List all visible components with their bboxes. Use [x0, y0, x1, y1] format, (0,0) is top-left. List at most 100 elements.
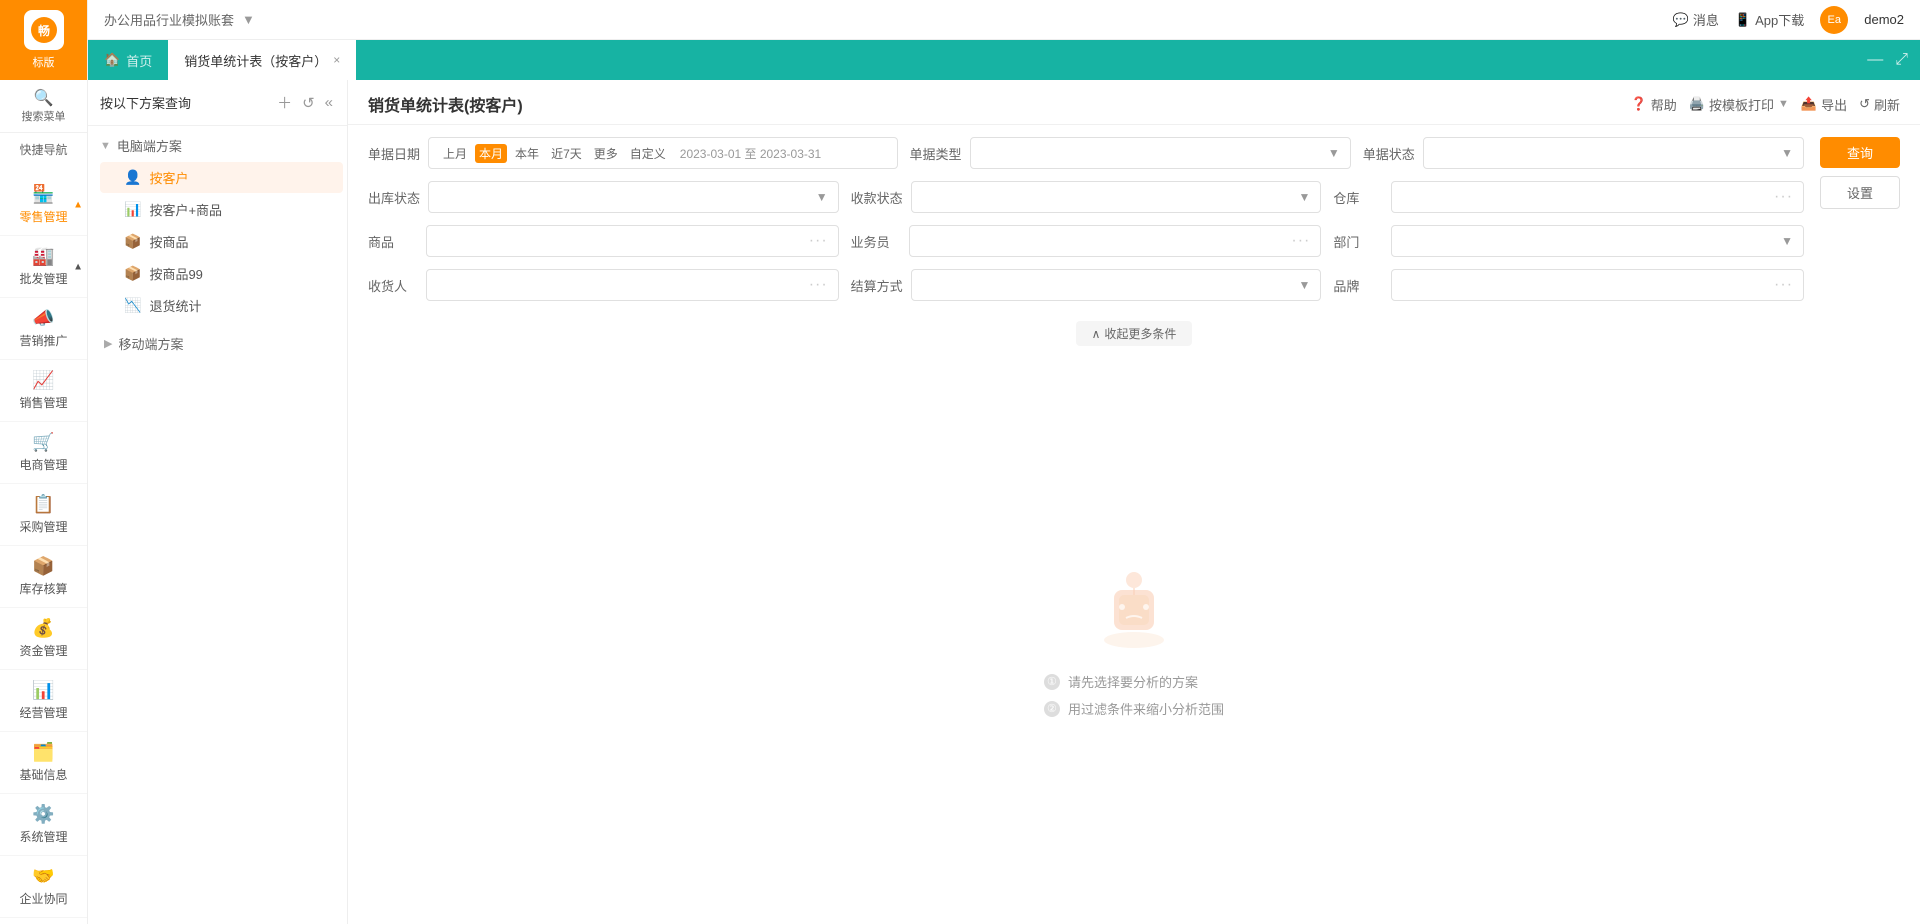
search-label: 搜索菜单 — [22, 108, 66, 124]
empty-tip-1: ① 请先选择要分析的方案 — [1044, 672, 1224, 691]
settings-button[interactable]: 设置 — [1820, 176, 1900, 209]
by-goods-label: 按商品 — [149, 232, 188, 251]
dropdown-arrow-icon[interactable]: ▼ — [242, 12, 255, 27]
collapse-bar: ∧ 收起更多条件 — [348, 313, 1920, 354]
logo-area[interactable]: 畅 标版 — [0, 0, 87, 80]
user-avatar[interactable]: Ea — [1820, 6, 1848, 34]
goods-99-icon: 📦 — [124, 265, 141, 282]
message-btn[interactable]: 💬 消息 — [1673, 10, 1719, 29]
date-filter-item: 单据日期 上月 本月 本年 近7天 更多 自定义 20 — [368, 137, 898, 169]
consignee-control[interactable]: ··· — [426, 269, 839, 301]
main-area: 办公用品行业模拟账套 ▼ 💬 消息 📱 App下载 Ea demo2 🏠 首页 … — [88, 0, 1920, 924]
sidebar-item-wholesale[interactable]: 🏭 批发管理 ▲ — [0, 236, 87, 298]
date-tag-custom[interactable]: 自定义 — [626, 144, 670, 163]
help-btn[interactable]: ❓ 帮助 — [1631, 95, 1677, 114]
query-button[interactable]: 查询 — [1820, 137, 1900, 168]
sidebar-item-quicknav[interactable]: 快捷导航 — [0, 133, 87, 166]
scheme-item-by-goods[interactable]: 📦 按商品 — [100, 226, 343, 257]
date-tag-more[interactable]: 更多 — [590, 144, 622, 163]
goods-control[interactable]: ··· — [426, 225, 839, 257]
filter-left: 单据日期 上月 本月 本年 近7天 更多 自定义 20 — [368, 137, 1804, 313]
tab-sales-stats[interactable]: 销货单统计表（按客户） × — [168, 40, 356, 80]
tab-home[interactable]: 🏠 首页 — [88, 40, 168, 80]
tab-maximize-btn[interactable]: ⤢ — [1891, 47, 1912, 73]
order-type-control[interactable]: ▼ — [970, 137, 1351, 169]
page-actions: ❓ 帮助 🖨️ 按模板打印 ▼ 📤 导出 ↺ 刷新 — [1631, 95, 1900, 114]
filter-row-2: 出库状态 ▼ 收款状态 ▼ 仓库 — [368, 181, 1804, 213]
date-tag-this-year[interactable]: 本年 — [511, 144, 543, 163]
enterprise-label: 企业协同 — [19, 890, 67, 907]
message-label: 消息 — [1693, 10, 1719, 29]
scheme-title: 按以下方案查询 — [100, 93, 269, 112]
marketing-label: 营销推广 — [19, 332, 67, 349]
sidebar-item-system[interactable]: ⚙️ 系统管理 — [0, 794, 87, 856]
export-btn[interactable]: 📤 导出 — [1801, 95, 1847, 114]
department-chevron-icon: ▼ — [1781, 234, 1793, 248]
out-status-control[interactable]: ▼ — [428, 181, 839, 213]
ecommerce-icon: 🛒 — [32, 432, 54, 453]
by-customer-label: 按客户 — [149, 168, 188, 187]
sidebar-item-inventory[interactable]: 📦 库存核算 — [0, 546, 87, 608]
sidebar-item-purchase[interactable]: 📋 采购管理 — [0, 484, 87, 546]
date-tag-last-month[interactable]: 上月 — [439, 144, 471, 163]
tab-actions: — ⤢ — [1863, 47, 1920, 73]
refresh-btn[interactable]: ↺ 刷新 — [1859, 95, 1900, 114]
date-control[interactable]: 上月 本月 本年 近7天 更多 自定义 2023-03-01 至 2023-03… — [428, 137, 897, 169]
scheme-item-by-customer[interactable]: 👤 按客户 — [100, 162, 343, 193]
empty-state: ① 请先选择要分析的方案 ② 用过滤条件来缩小分析范围 — [348, 354, 1920, 924]
sidebar-item-enterprise[interactable]: 🤝 企业协同 — [0, 856, 87, 918]
sidebar-item-operation[interactable]: 📊 经营管理 — [0, 670, 87, 732]
scheme-item-by-customer-goods[interactable]: 📊 按客户+商品 — [100, 194, 343, 225]
header-left: 办公用品行业模拟账套 ▼ — [104, 10, 255, 29]
collapse-label: 收起更多条件 — [1104, 325, 1176, 342]
settle-control[interactable]: ▼ — [911, 269, 1322, 301]
sidebar-item-newbie[interactable]: 🎯 新手引导 — [0, 918, 87, 924]
tab-minimize-btn[interactable]: — — [1863, 47, 1887, 73]
sidebar-item-marketing[interactable]: 📣 营销推广 — [0, 298, 87, 360]
home-icon: 🏠 — [104, 52, 120, 68]
tab-close-icon[interactable]: × — [333, 53, 340, 67]
scheme-item-by-goods-99[interactable]: 📦 按商品99 — [100, 258, 343, 289]
customer-scheme-icon: 👤 — [124, 169, 141, 186]
collapse-scheme-btn[interactable]: « — [323, 92, 335, 113]
consignee-ellipsis-icon: ··· — [809, 276, 828, 294]
app-subtitle: 标版 — [33, 54, 55, 70]
finance-icon: 💰 — [32, 618, 54, 639]
add-scheme-btn[interactable]: ＋ — [275, 90, 294, 115]
receipt-status-filter-item: 收款状态 ▼ — [851, 181, 1322, 213]
order-status-control[interactable]: ▼ — [1423, 137, 1804, 169]
scheme-pc-group-header[interactable]: ▼ 电脑端方案 — [88, 130, 347, 161]
logo-icon: 畅 — [24, 10, 64, 50]
salesperson-control[interactable]: ··· — [909, 225, 1322, 257]
page-title: 销货单统计表(按客户) — [368, 92, 523, 116]
scheme-pc-items: 👤 按客户 📊 按客户+商品 📦 按商品 📦 按商品99 — [88, 162, 347, 321]
sidebar-item-retail[interactable]: 🏪 零售管理 ▲ — [0, 174, 87, 236]
page-title-bar: 销货单统计表(按客户) ❓ 帮助 🖨️ 按模板打印 ▼ 📤 导出 — [348, 80, 1920, 125]
scheme-mobile-group-header[interactable]: ▶ 移动端方案 — [88, 328, 347, 359]
scheme-item-return-stats[interactable]: 📉 退货统计 — [100, 290, 343, 321]
sidebar-item-sales[interactable]: 📈 销售管理 — [0, 360, 87, 422]
receipt-status-control[interactable]: ▼ — [911, 181, 1322, 213]
content-area: 销货单统计表(按客户) ❓ 帮助 🖨️ 按模板打印 ▼ 📤 导出 — [348, 80, 1920, 924]
order-type-label: 单据类型 — [910, 144, 962, 163]
wholesale-label: 批发管理 — [19, 270, 67, 287]
retail-icon: 🏪 — [32, 184, 54, 205]
sidebar-item-finance[interactable]: 💰 资金管理 — [0, 608, 87, 670]
page-area: 按以下方案查询 ＋ ↺ « ▼ 电脑端方案 👤 按客户 📊 按 — [88, 80, 1920, 924]
sidebar-item-ecommerce[interactable]: 🛒 电商管理 — [0, 422, 87, 484]
consignee-filter-item: 收货人 ··· — [368, 269, 839, 301]
date-tag-this-month[interactable]: 本月 — [475, 144, 507, 163]
out-status-filter-item: 出库状态 ▼ — [368, 181, 839, 213]
warehouse-control[interactable]: ··· — [1391, 181, 1804, 213]
sidebar-item-basic[interactable]: 🗂️ 基础信息 — [0, 732, 87, 794]
date-tag-7days[interactable]: 近7天 — [547, 144, 586, 163]
sidebar-search-item[interactable]: 🔍 搜索菜单 — [0, 80, 87, 133]
brand-control[interactable]: ··· — [1391, 269, 1804, 301]
collapse-button[interactable]: ∧ 收起更多条件 — [1076, 321, 1193, 346]
salesperson-filter-item: 业务员 ··· — [851, 225, 1322, 257]
refresh-scheme-btn[interactable]: ↺ — [300, 92, 317, 114]
print-btn[interactable]: 🖨️ 按模板打印 ▼ — [1689, 95, 1789, 114]
department-control[interactable]: ▼ — [1391, 225, 1804, 257]
app-download-btn[interactable]: 📱 App下载 — [1735, 10, 1804, 29]
settle-chevron-icon: ▼ — [1298, 278, 1310, 292]
